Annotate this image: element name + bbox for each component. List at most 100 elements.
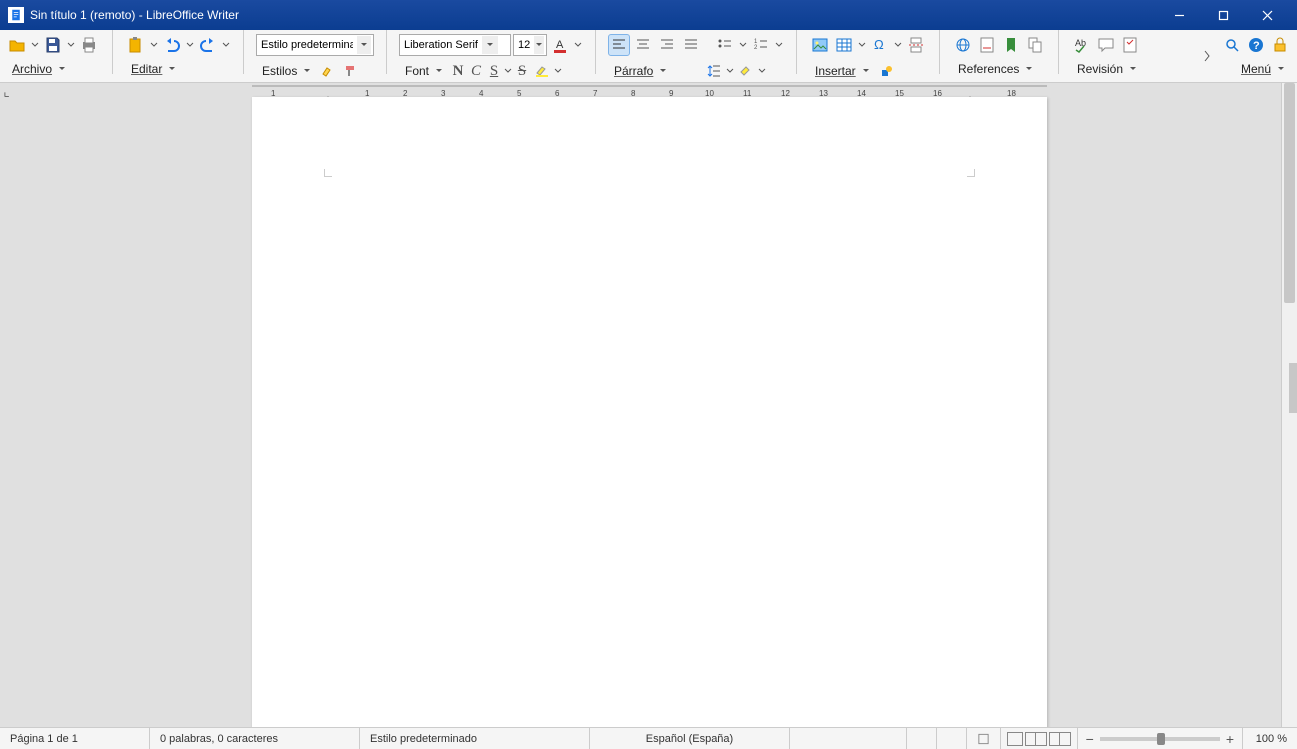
status-wordcount[interactable]: 0 palabras, 0 caracteres [150,728,360,749]
paragraph-style-combo[interactable]: Estilo predeterminado [256,34,374,56]
menu-menu[interactable]: Menú [1235,60,1291,78]
lock-icon[interactable] [1269,34,1291,56]
svg-text:?: ? [1253,40,1260,52]
footnote-icon[interactable] [976,34,998,56]
paste-dropdown[interactable] [149,41,159,49]
italic-button[interactable]: C [467,63,485,80]
document-page[interactable] [252,97,1047,727]
paste-icon[interactable] [125,34,147,56]
bullet-dropdown[interactable] [738,41,748,49]
title-bar: Sin título 1 (remoto) - LibreOffice Writ… [0,0,1297,30]
status-language[interactable]: Español (España) [590,728,790,749]
track-changes-icon[interactable] [1119,34,1141,56]
status-signature[interactable] [967,728,1001,749]
print-icon[interactable] [78,34,100,56]
bg-color-icon[interactable] [735,60,757,82]
document-icon [8,7,24,23]
hyperlink-icon[interactable] [952,34,974,56]
special-char-icon[interactable]: Ω [869,34,891,56]
shape-icon[interactable] [876,60,898,82]
scroll-thumb[interactable] [1284,83,1295,303]
table-dropdown[interactable] [857,41,867,49]
char-dropdown[interactable] [893,41,903,49]
bookmark-icon[interactable] [1000,34,1022,56]
status-style[interactable]: Estilo predeterminado [360,728,590,749]
status-bar: Página 1 de 1 0 palabras, 0 caracteres E… [0,727,1297,749]
font-name-combo[interactable]: Liberation Serif [399,34,511,56]
status-spacer [790,728,907,749]
font-color-icon[interactable]: A [549,34,571,56]
close-button[interactable] [1245,0,1289,30]
left-margin: ∟ [0,83,18,727]
strike-button[interactable]: S [513,63,531,80]
bullet-list-icon[interactable] [714,34,736,56]
editor-viewport[interactable]: 1 1 2 3 4 5 6 7 8 9 10 11 12 13 14 15 16… [18,83,1281,727]
save-dropdown[interactable] [66,41,76,49]
revision-menu[interactable]: Revisión [1071,60,1143,78]
table-icon[interactable] [833,34,855,56]
horizontal-ruler[interactable]: 1 1 2 3 4 5 6 7 8 9 10 11 12 13 14 15 16… [252,85,1047,87]
help-icon[interactable]: ? [1245,34,1267,56]
number-dropdown[interactable] [774,41,784,49]
line-spacing-icon[interactable] [703,60,725,82]
clone-format-icon[interactable] [339,60,361,82]
align-right-icon[interactable] [656,34,678,56]
font-label: Font [405,64,429,78]
font-color-dropdown[interactable] [573,41,583,49]
zoom-in-icon[interactable]: + [1226,731,1234,747]
bold-button[interactable]: N [449,63,467,80]
spellcheck-icon[interactable]: Ab [1071,34,1093,56]
svg-text:A: A [556,39,564,51]
font-menu[interactable]: Font [399,62,449,80]
comment-icon[interactable] [1095,34,1117,56]
estilos-menu[interactable]: Estilos [256,62,317,80]
toolbar-overflow-icon[interactable] [1199,30,1215,82]
highlight-dropdown[interactable] [553,67,563,75]
view-book-icon[interactable] [1049,732,1071,746]
open-dropdown[interactable] [30,41,40,49]
references-menu[interactable]: References [952,60,1046,78]
font-size-combo[interactable]: 12 [513,34,547,56]
status-insert-mode[interactable] [907,728,937,749]
editar-menu[interactable]: Editar [125,60,231,78]
size-value: 12 [518,39,530,51]
underline-button[interactable]: S [485,63,503,80]
style-value: Estilo predeterminado [261,39,353,51]
archivo-menu[interactable]: Archivo [6,60,100,78]
page-break-icon[interactable] [905,34,927,56]
image-icon[interactable] [809,34,831,56]
zoom-out-icon[interactable]: − [1086,731,1094,747]
number-list-icon[interactable]: 12 [750,34,772,56]
align-center-icon[interactable] [632,34,654,56]
view-single-icon[interactable] [1007,732,1023,746]
margin-corner-tl [324,169,332,177]
highlight-color-icon[interactable] [531,60,553,82]
underline-dropdown[interactable] [503,67,513,75]
open-icon[interactable] [6,34,28,56]
status-page[interactable]: Página 1 de 1 [0,728,150,749]
redo-dropdown[interactable] [221,41,231,49]
cross-ref-icon[interactable] [1024,34,1046,56]
minimize-button[interactable] [1157,0,1201,30]
status-selection-mode[interactable] [937,728,967,749]
view-multi-icon[interactable] [1025,732,1047,746]
bg-dropdown[interactable] [757,67,767,75]
sidebar-grip[interactable] [1289,363,1297,413]
zoom-slider[interactable] [1100,737,1220,741]
spacing-dropdown[interactable] [725,67,735,75]
find-icon[interactable] [1221,34,1243,56]
archivo-label: Archivo [12,62,52,76]
zoom-value[interactable]: 100 % [1242,728,1297,749]
save-icon[interactable] [42,34,64,56]
align-justify-icon[interactable] [680,34,702,56]
redo-icon[interactable] [197,34,219,56]
maximize-button[interactable] [1201,0,1245,30]
insertar-menu[interactable]: Insertar [809,62,876,80]
highlight-brush-icon[interactable] [317,60,339,82]
parrafo-menu[interactable]: Párrafo [608,62,673,80]
view-buttons [1001,728,1078,749]
align-left-icon[interactable] [608,34,630,56]
undo-icon[interactable] [161,34,183,56]
editar-label: Editar [131,62,162,76]
undo-dropdown[interactable] [185,41,195,49]
